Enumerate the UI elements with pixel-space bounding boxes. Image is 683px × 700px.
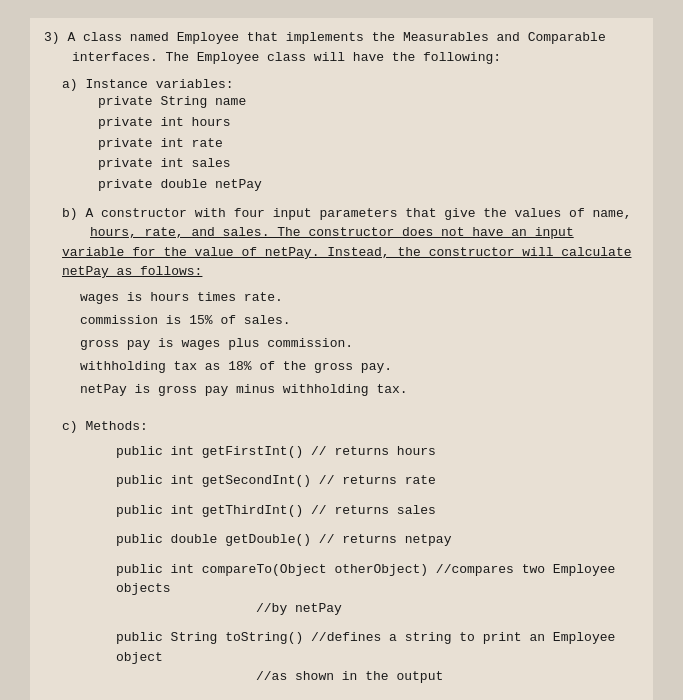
instance-variables: private String name private int hours pr… bbox=[98, 92, 639, 196]
title-a: Instance variables: bbox=[85, 77, 233, 92]
section-desc-line1: A class named Employee that implements t… bbox=[67, 30, 605, 45]
var-4: private int sales bbox=[98, 154, 639, 175]
label-a: a) bbox=[62, 77, 78, 92]
section-number: 3) bbox=[44, 30, 60, 45]
section-desc-line2: interfaces. The Employee class will have… bbox=[72, 50, 501, 65]
var-3: private int rate bbox=[98, 134, 639, 155]
label-b: b) bbox=[62, 206, 78, 221]
section-header: 3) A class named Employee that implement… bbox=[44, 28, 639, 67]
calc-4: withholding tax as 18% of the gross pay. bbox=[80, 359, 639, 374]
subsection-a: a) Instance variables: private String na… bbox=[62, 77, 639, 196]
method-5: public int compareTo(Object otherObject)… bbox=[116, 560, 639, 619]
method-1: public int getFirstInt() // returns hour… bbox=[116, 442, 639, 462]
var-2: private int hours bbox=[98, 113, 639, 134]
calc-2: commission is 15% of sales. bbox=[80, 313, 639, 328]
title-c: Methods: bbox=[85, 419, 147, 434]
calc-3: gross pay is wages plus commission. bbox=[80, 336, 639, 351]
method-6: public String toString() //defines a str… bbox=[116, 628, 639, 687]
label-c: c) bbox=[62, 419, 78, 434]
var-1: private String name bbox=[98, 92, 639, 113]
main-content: 3) A class named Employee that implement… bbox=[30, 18, 653, 700]
b-intro-underlined: hours, rate, and sales. The constructor … bbox=[62, 225, 632, 279]
method-2: public int getSecondInt() // returns rat… bbox=[116, 471, 639, 491]
c-header: c) Methods: bbox=[62, 419, 639, 434]
methods-list: public int getFirstInt() // returns hour… bbox=[80, 442, 639, 687]
method-3: public int getThirdInt() // returns sale… bbox=[116, 501, 639, 521]
method-4: public double getDouble() // returns net… bbox=[116, 530, 639, 550]
calc-1: wages is hours times rate. bbox=[80, 290, 639, 305]
var-5: private double netPay bbox=[98, 175, 639, 196]
subsection-c: c) Methods: public int getFirstInt() // … bbox=[62, 419, 639, 687]
subsection-b: b) A constructor with four input paramet… bbox=[62, 204, 639, 397]
b-intro-normal: A constructor with four input parameters… bbox=[85, 206, 631, 221]
b-intro: b) A constructor with four input paramet… bbox=[62, 204, 639, 282]
b-calculations: wages is hours times rate. commission is… bbox=[80, 290, 639, 397]
calc-5: netPay is gross pay minus withholding ta… bbox=[80, 382, 639, 397]
